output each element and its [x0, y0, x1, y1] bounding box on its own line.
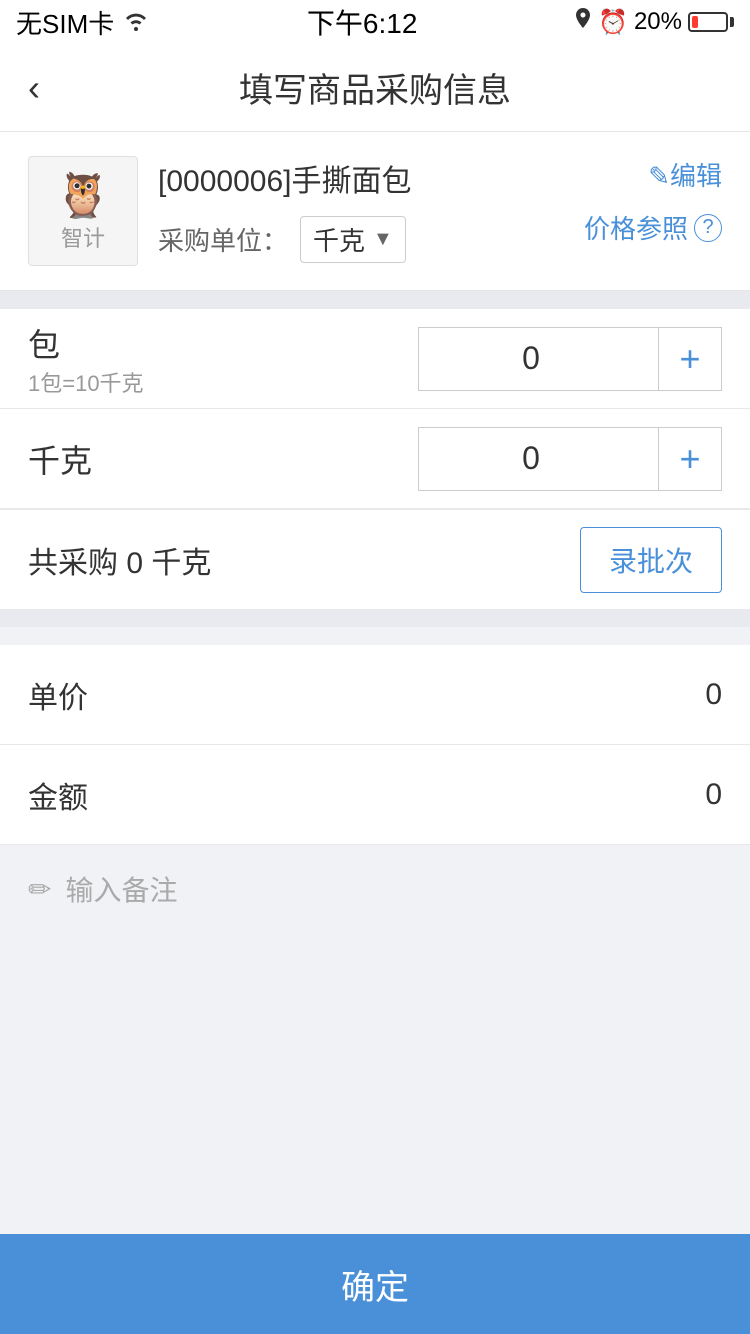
price-row: 单价 0: [0, 645, 750, 745]
status-bar-left: 无SIM卡: [16, 4, 150, 41]
batch-button[interactable]: 录批次: [580, 527, 722, 593]
battery-icon: [688, 12, 734, 32]
quantity-plus-kg[interactable]: +: [658, 427, 722, 491]
wifi-icon: [122, 7, 150, 38]
quantity-label-kg: 千克: [28, 436, 188, 482]
quantity-input-bao[interactable]: [418, 327, 658, 391]
status-bar: 无SIM卡 下午6:12 ⏰ 20%: [0, 0, 750, 44]
unit-value: 千克: [313, 221, 365, 258]
note-section[interactable]: ✏ 输入备注: [0, 845, 750, 933]
product-name: [0000006]手撕面包: [158, 156, 562, 200]
amount-label: 金额: [28, 773, 88, 817]
pencil-icon: ✏: [28, 873, 51, 906]
summary-amount-value: 0: [126, 547, 143, 580]
page-title: 填写商品采购信息: [239, 63, 511, 112]
status-bar-time: 下午6:12: [307, 2, 418, 42]
price-label: 单价: [28, 673, 88, 717]
info-section: 单价 0 金额 0: [0, 645, 750, 845]
section-divider-2: [0, 609, 750, 627]
edit-button[interactable]: ✎编辑: [648, 156, 722, 193]
nav-bar: ‹ 填写商品采购信息: [0, 44, 750, 132]
unit-label: 采购单位：: [158, 221, 288, 258]
amount-value: 0: [705, 778, 722, 812]
quantity-name-kg: 千克: [28, 436, 188, 482]
summary-row: 共采购 0 千克 录批次: [0, 509, 750, 609]
product-actions: ✎编辑 价格参照 ?: [582, 156, 722, 246]
status-bar-right: ⏰ 20%: [574, 8, 734, 37]
quantity-name-bao: 包: [28, 320, 188, 366]
quantity-input-area-kg: +: [188, 427, 722, 491]
product-card: 🦉 智计 [0000006]手撕面包 采购单位： 千克 ▼ ✎编辑 价格参照 ?: [0, 132, 750, 291]
unit-selector[interactable]: 千克 ▼: [300, 216, 406, 263]
network-label: 无SIM卡: [16, 4, 114, 41]
amount-row: 金额 0: [0, 745, 750, 845]
location-icon: [574, 8, 592, 37]
price-value: 0: [705, 678, 722, 712]
quantity-input-area-bao: +: [188, 327, 722, 391]
summary-label: 共采购: [28, 547, 118, 580]
quantity-sublabel-bao: 1包=10千克: [28, 366, 188, 398]
quantity-row-bao: 包 1包=10千克 +: [0, 309, 750, 409]
battery-text: 20%: [634, 8, 682, 36]
quantity-row-kg: 千克 +: [0, 409, 750, 509]
confirm-button[interactable]: 确定: [0, 1234, 750, 1334]
summary-unit-value: 千克: [151, 547, 211, 580]
section-divider-1: [0, 291, 750, 309]
dropdown-arrow-icon: ▼: [373, 228, 393, 251]
product-image: 🦉 智计: [28, 156, 138, 266]
product-image-brand: 智计: [61, 221, 105, 253]
price-ref-label: 价格参照: [584, 209, 688, 246]
content-area: [0, 933, 750, 1213]
product-image-icon: 🦉: [56, 169, 111, 221]
quantity-section: 包 1包=10千克 + 千克 + 共采购 0 千克 录批次: [0, 309, 750, 609]
quantity-plus-bao[interactable]: +: [658, 327, 722, 391]
quantity-input-kg[interactable]: [418, 427, 658, 491]
help-icon: ?: [694, 214, 722, 242]
product-meta: 采购单位： 千克 ▼: [158, 216, 562, 263]
alarm-icon: ⏰: [598, 8, 628, 37]
back-button[interactable]: ‹: [28, 67, 40, 109]
price-ref-button[interactable]: 价格参照 ?: [584, 209, 722, 246]
note-placeholder: 输入备注: [65, 869, 177, 909]
quantity-label-bao: 包 1包=10千克: [28, 320, 188, 398]
product-info: [0000006]手撕面包 采购单位： 千克 ▼: [158, 156, 562, 263]
summary-text: 共采购 0 千克: [28, 538, 211, 582]
